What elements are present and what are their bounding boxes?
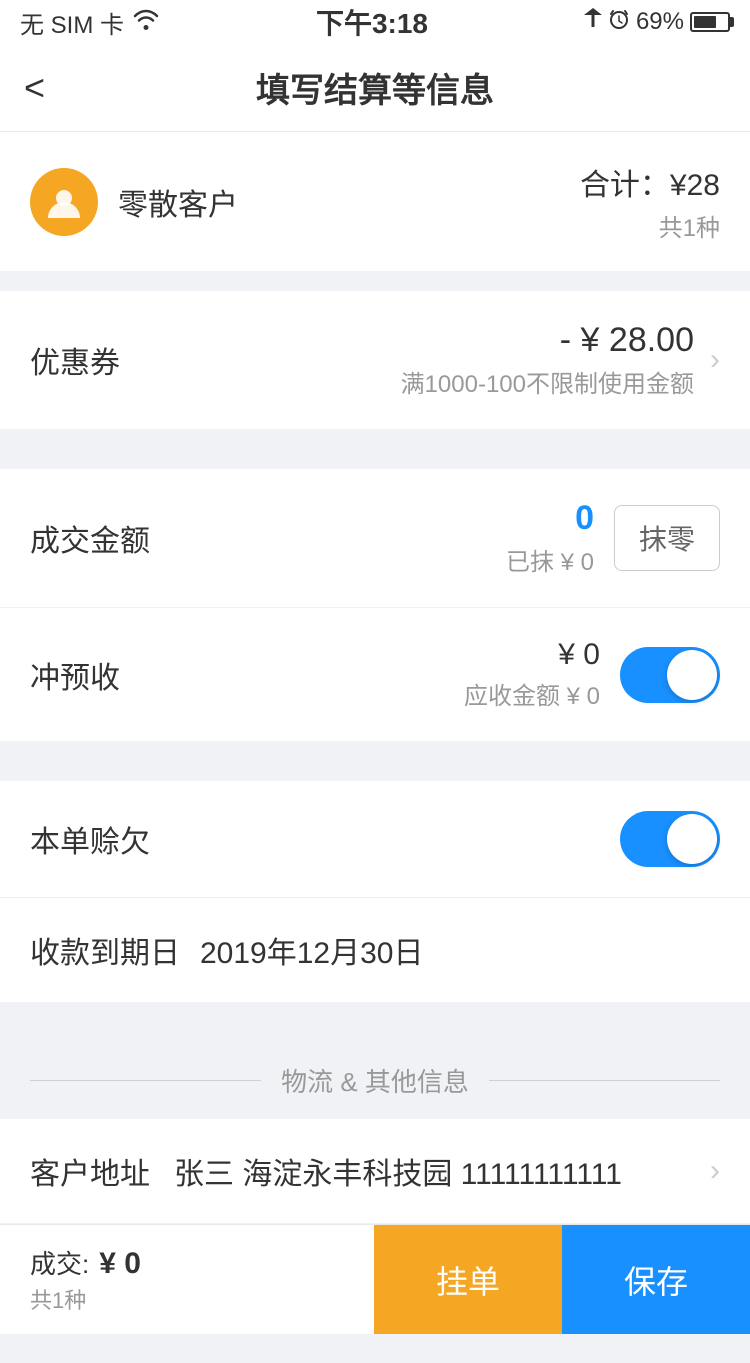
chevron-right-icon: ›	[710, 343, 720, 377]
status-time: 下午3:18	[316, 2, 428, 42]
deal-amount-wrap: 0 已抹 ¥ 0	[506, 499, 594, 577]
no-sim-label: 无 SIM 卡	[20, 5, 124, 40]
address-card: 客户地址 张三 海淀永丰科技园 11111111111 ›	[0, 1119, 750, 1223]
bottom-deal-label: 成交:	[30, 1244, 89, 1281]
customer-left: 零散客户	[30, 168, 238, 236]
page-title: 填写结算等信息	[256, 63, 494, 112]
coupon-right: - ¥ 28.00 满1000-100不限制使用金额 ›	[401, 321, 720, 399]
divider-line-wrap: 物流 & 其他信息	[30, 1062, 720, 1099]
logistics-label: 物流 & 其他信息	[281, 1062, 469, 1099]
status-bar: 无 SIM 卡 下午3:18 69%	[0, 0, 750, 44]
deal-sub: 已抹 ¥ 0	[506, 542, 594, 577]
coupon-label: 优惠券	[30, 338, 120, 382]
pre-collect-toggle[interactable]	[620, 647, 720, 703]
spacer-2	[0, 761, 750, 781]
pre-collect-sub: 应收金额 ¥ 0	[464, 676, 600, 711]
coupon-row[interactable]: 优惠券 - ¥ 28.00 满1000-100不限制使用金额 ›	[0, 291, 750, 429]
total-price: 合计：¥28	[580, 160, 720, 204]
total-count: 共1种	[580, 208, 720, 243]
back-button[interactable]: <	[24, 67, 45, 109]
due-date-value: 2019年12月30日	[200, 928, 423, 972]
deal-amount: 0	[506, 499, 594, 538]
logistics-section: 物流 & 其他信息	[0, 1042, 750, 1119]
debit-toggle-knob	[667, 814, 717, 864]
customer-row: 零散客户 合计：¥28 共1种	[0, 132, 750, 271]
round-button[interactable]: 抹零	[614, 505, 720, 571]
pre-collect-row: 冲预收 ¥ 0 应收金额 ¥ 0	[0, 608, 750, 741]
status-left: 无 SIM 卡	[20, 5, 160, 40]
deal-amount-row: 成交金额 0 已抹 ¥ 0 抹零	[0, 469, 750, 608]
divider-left	[30, 1080, 261, 1081]
pre-collect-label: 冲预收	[30, 653, 120, 697]
deal-label: 成交金额	[30, 516, 150, 560]
bottom-count: 共1种	[30, 1283, 344, 1315]
spacer-1	[0, 449, 750, 469]
save-button[interactable]: 保存	[562, 1225, 750, 1334]
pre-collect-amount: ¥ 0	[464, 638, 600, 672]
toggle-knob	[667, 650, 717, 700]
bottom-deal-value: ¥ 0	[99, 1247, 141, 1281]
coupon-discount: - ¥ 28.00	[401, 321, 694, 360]
pre-collect-right: ¥ 0 应收金额 ¥ 0	[464, 638, 720, 711]
debit-label: 本单赊欠	[30, 817, 150, 861]
customer-total: 合计：¥28 共1种	[580, 160, 720, 243]
alarm-icon	[608, 8, 630, 37]
status-right: 69%	[584, 8, 730, 37]
avatar	[30, 168, 98, 236]
spacer-3	[0, 1022, 750, 1042]
bottom-buttons: 挂单 保存	[374, 1225, 750, 1334]
due-date-label: 收款到期日	[30, 928, 180, 972]
deal-right: 0 已抹 ¥ 0 抹零	[506, 499, 720, 577]
divider-right	[489, 1080, 720, 1081]
address-row[interactable]: 客户地址 张三 海淀永丰科技园 11111111111 ›	[0, 1119, 750, 1223]
customer-card: 零散客户 合计：¥28 共1种	[0, 132, 750, 271]
hold-button[interactable]: 挂单	[374, 1225, 562, 1334]
address-label: 客户地址	[30, 1149, 150, 1193]
address-chevron-icon: ›	[710, 1154, 720, 1188]
address-value: 张三 海淀永丰科技园 11111111111	[174, 1149, 686, 1193]
coupon-card: 优惠券 - ¥ 28.00 满1000-100不限制使用金额 ›	[0, 291, 750, 429]
coupon-value-wrap: - ¥ 28.00 满1000-100不限制使用金额	[401, 321, 694, 399]
coupon-sub: 满1000-100不限制使用金额	[401, 364, 694, 399]
battery-label: 69%	[636, 8, 684, 36]
location-icon	[584, 8, 602, 37]
customer-name: 零散客户	[118, 180, 238, 224]
bottom-info: 成交: ¥ 0 共1种	[0, 1244, 374, 1315]
due-date-row: 收款到期日 2019年12月30日	[0, 897, 750, 1002]
nav-bar: < 填写结算等信息	[0, 44, 750, 132]
content: 零散客户 合计：¥28 共1种 优惠券 - ¥ 28.00 满1000-100不…	[0, 132, 750, 1363]
battery-icon	[690, 12, 730, 32]
deal-card: 成交金额 0 已抹 ¥ 0 抹零 冲预收 ¥ 0 应收金额 ¥ 0	[0, 469, 750, 741]
pre-collect-amount-wrap: ¥ 0 应收金额 ¥ 0	[464, 638, 600, 711]
wifi-icon	[132, 8, 160, 37]
debit-toggle[interactable]	[620, 811, 720, 867]
bottom-bar: 成交: ¥ 0 共1种 挂单 保存	[0, 1224, 750, 1334]
debit-card: 本单赊欠 收款到期日 2019年12月30日	[0, 781, 750, 1002]
debit-row: 本单赊欠	[0, 781, 750, 897]
